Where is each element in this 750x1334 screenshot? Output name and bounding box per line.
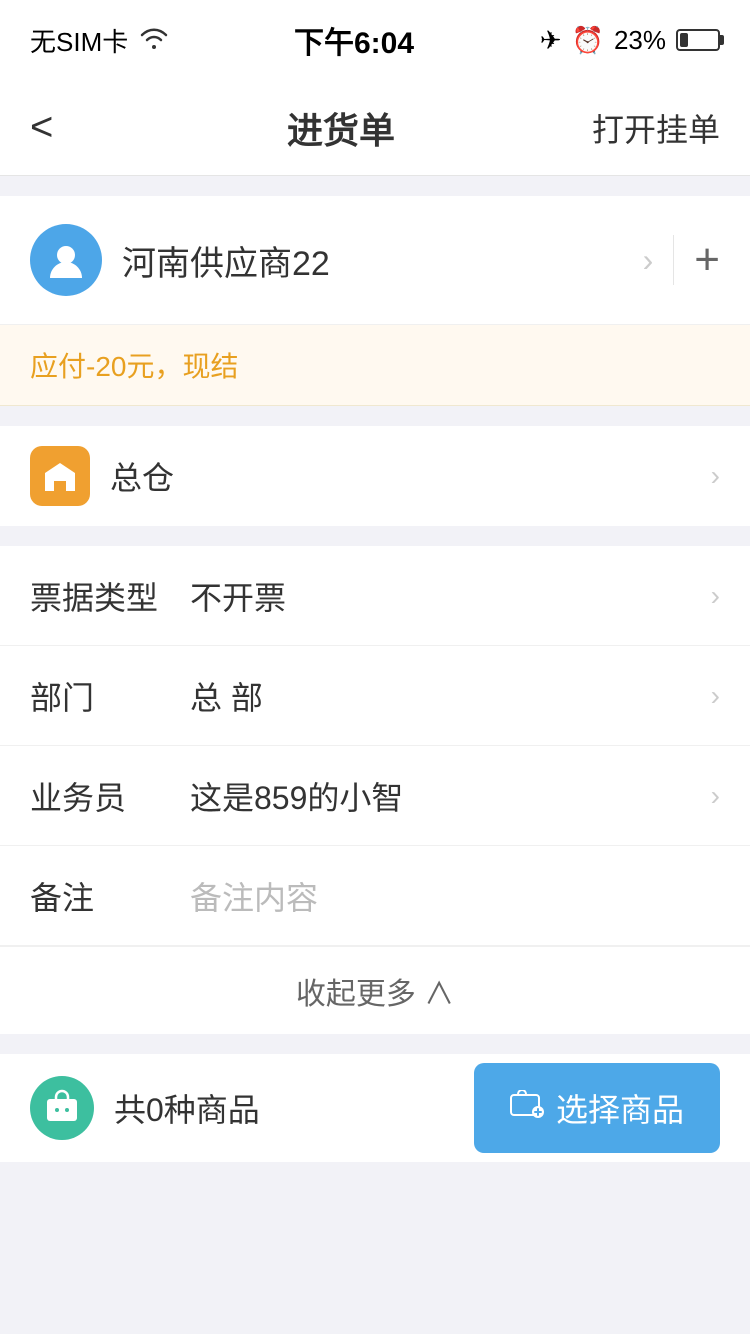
page-title: 进货单 [287,102,395,154]
section-divider-2 [0,526,750,546]
collapse-button[interactable]: 收起更多 ∧ [0,946,750,1034]
salesman-label: 业务员 [30,773,190,819]
location-icon: ✈ [540,25,562,56]
warehouse-chevron-icon: › [711,460,720,492]
back-button[interactable]: < [30,105,90,150]
status-right: ✈ ⏰ 23% [540,25,720,56]
product-count: 共0种商品 [114,1085,474,1131]
supplier-avatar [30,224,102,296]
remark-row[interactable]: 备注 备注内容 [0,846,750,946]
warehouse-icon [30,446,90,506]
select-product-icon [510,1090,544,1126]
main-content: 河南供应商22 › + 应付-20元，现结 总仓 › [0,176,750,1334]
status-left: 无SIM卡 [30,22,168,59]
top-divider [0,176,750,196]
warehouse-name: 总仓 [110,453,711,499]
section-divider-1 [0,406,750,426]
invoice-value: 不开票 [190,573,711,619]
form-section: 票据类型 不开票 › 部门 总 部 › 业务员 这是859的小智 › 备注 备注… [0,546,750,1034]
carrier-text: 无SIM卡 [30,22,128,59]
salesman-row[interactable]: 业务员 这是859的小智 › [0,746,750,846]
invoice-row[interactable]: 票据类型 不开票 › [0,546,750,646]
supplier-name: 河南供应商22 [122,236,643,285]
invoice-label: 票据类型 [30,573,190,619]
time-display: 下午6:04 [294,18,414,62]
open-pending-button[interactable]: 打开挂单 [592,105,720,151]
remark-label: 备注 [30,873,190,919]
add-supplier-button[interactable]: + [694,235,720,285]
product-icon [30,1076,94,1140]
bottom-section: 共0种商品 选择商品 [0,1054,750,1162]
department-label: 部门 [30,673,190,719]
supplier-chevron-icon: › [643,242,654,279]
nav-bar: < 进货单 打开挂单 [0,80,750,176]
supplier-row[interactable]: 河南供应商22 › + [0,196,750,325]
battery-icon [676,29,720,51]
status-bar: 无SIM卡 下午6:04 ✈ ⏰ 23% [0,0,750,80]
salesman-chevron-icon: › [711,780,720,812]
department-row[interactable]: 部门 总 部 › [0,646,750,746]
alert-banner: 应付-20元，现结 [0,325,750,406]
remark-placeholder: 备注内容 [190,873,720,919]
department-value: 总 部 [190,673,711,719]
salesman-value: 这是859的小智 [190,773,711,819]
supplier-section: 河南供应商22 › + 应付-20元，现结 [0,196,750,406]
alarm-icon: ⏰ [572,25,604,56]
vertical-divider [673,235,674,285]
collapse-label: 收起更多 ∧ [296,969,454,1013]
invoice-chevron-icon: › [711,580,720,612]
department-chevron-icon: › [711,680,720,712]
warehouse-row[interactable]: 总仓 › [0,426,750,526]
select-product-button[interactable]: 选择商品 [474,1063,720,1153]
warehouse-section: 总仓 › [0,426,750,526]
alert-text: 应付-20元，现结 [30,351,238,382]
select-product-label: 选择商品 [556,1085,684,1131]
wifi-icon [140,25,168,56]
battery-percentage: 23% [614,25,666,56]
